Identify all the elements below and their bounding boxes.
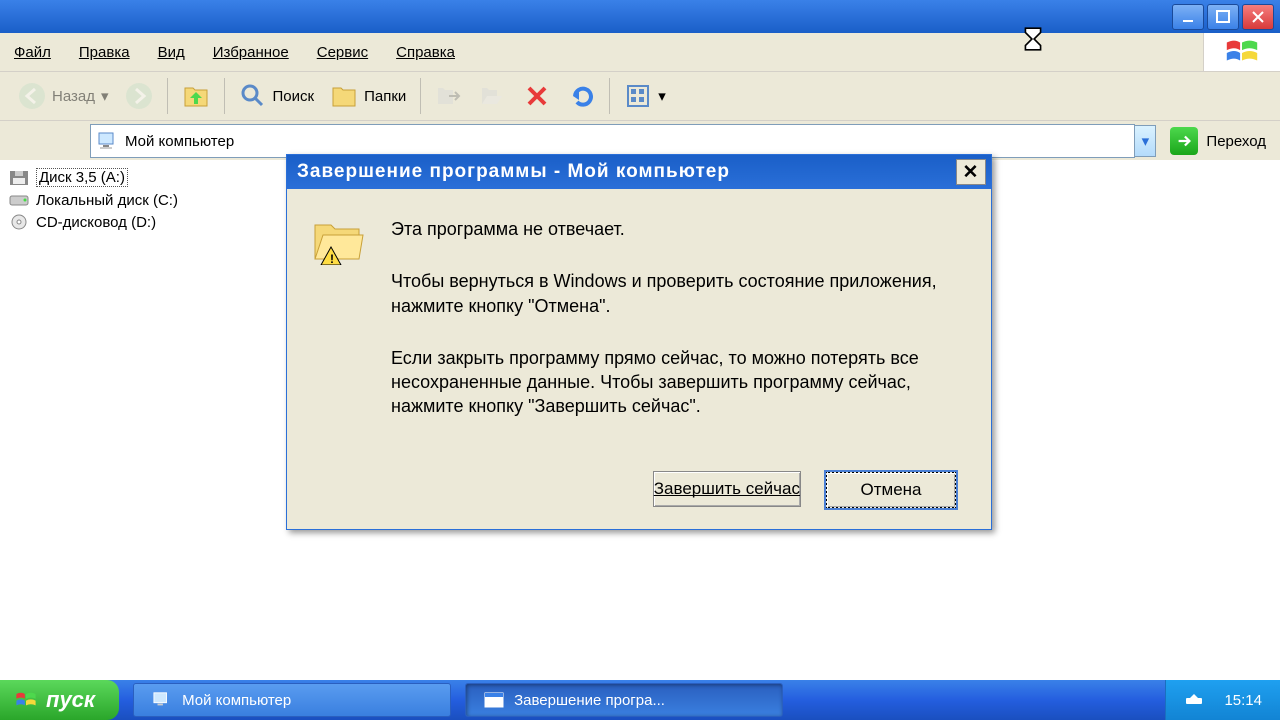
dialog-titlebar[interactable]: Завершение программы - Мой компьютер ✕ <box>287 155 991 189</box>
dialog-title: Завершение программы - Мой компьютер <box>297 161 730 183</box>
chevron-down-icon: ▾ <box>1142 132 1150 150</box>
separator <box>167 78 168 114</box>
tree-item-label: CD-дисковод (D:) <box>36 214 156 231</box>
close-button[interactable] <box>1242 4 1274 30</box>
back-icon <box>18 82 46 110</box>
menu-edit[interactable]: Правка <box>79 44 130 61</box>
close-icon: ✕ <box>963 161 980 184</box>
computer-icon <box>97 131 119 151</box>
search-button[interactable]: Поиск <box>231 78 323 114</box>
chevron-down-icon: ▾ <box>658 87 666 105</box>
window-icon <box>484 692 504 708</box>
warning-folder-icon: ! <box>311 217 367 447</box>
separator <box>609 78 610 114</box>
hourglass-icon <box>1020 26 1046 52</box>
dialog-message: Эта программа не отвечает. Чтобы вернуть… <box>391 217 955 447</box>
dialog-line2: Чтобы вернуться в Windows и проверить со… <box>391 269 955 318</box>
move-icon <box>435 82 463 110</box>
menu-file[interactable]: Файл <box>14 44 51 61</box>
go-button[interactable]: Переход <box>1156 125 1280 157</box>
views-button[interactable]: ▾ <box>616 78 674 114</box>
folder-tree: Диск 3,5 (A:) Локальный диск (C:) CD-дис… <box>0 160 306 239</box>
copy-to-button[interactable] <box>471 78 515 114</box>
hdd-icon <box>8 191 30 209</box>
go-icon <box>1170 127 1198 155</box>
svg-text:!: ! <box>330 252 334 265</box>
windows-logo-icon <box>14 689 38 711</box>
end-program-dialog: Завершение программы - Мой компьютер ✕ !… <box>286 154 992 530</box>
taskbar-item-label: Мой компьютер <box>182 692 291 709</box>
floppy-icon <box>8 169 30 187</box>
dialog-line3: Если закрыть программу прямо сейчас, то … <box>391 346 955 419</box>
delete-button[interactable] <box>515 78 559 114</box>
menu-favorites[interactable]: Избранное <box>213 44 289 61</box>
menu-tools[interactable]: Сервис <box>317 44 368 61</box>
system-tray[interactable]: 15:14 <box>1165 680 1280 720</box>
separator <box>224 78 225 114</box>
taskbar-item-dialog[interactable]: Завершение програ... <box>465 683 783 717</box>
tree-item-label: Локальный диск (C:) <box>36 192 178 209</box>
tree-item-label: Диск 3,5 (A:) <box>36 168 128 187</box>
folders-icon <box>330 82 358 110</box>
address-dropdown[interactable]: ▾ <box>1135 125 1156 157</box>
dialog-close-button[interactable]: ✕ <box>956 159 986 185</box>
cd-icon <box>8 213 30 231</box>
address-input[interactable]: Мой компьютер <box>90 124 1135 158</box>
computer-icon <box>152 691 172 709</box>
chevron-down-icon: ▾ <box>101 87 109 105</box>
separator <box>420 78 421 114</box>
menu-view[interactable]: Вид <box>158 44 185 61</box>
search-label: Поиск <box>273 88 315 105</box>
toolbar: Назад ▾ Поиск Папки ▾ <box>0 72 1280 121</box>
folders-button[interactable]: Папки <box>322 78 414 114</box>
start-button[interactable]: пуск <box>0 680 119 720</box>
taskbar-item-label: Завершение програ... <box>514 692 665 709</box>
search-icon <box>239 82 267 110</box>
tree-item-hdd[interactable]: Локальный диск (C:) <box>8 189 298 211</box>
undo-icon <box>567 82 595 110</box>
folders-label: Папки <box>364 88 406 105</box>
copy-icon <box>479 82 507 110</box>
views-icon <box>624 82 652 110</box>
cancel-button[interactable]: Отмена <box>825 471 957 509</box>
windows-logo-icon <box>1203 33 1280 71</box>
forward-icon <box>125 82 153 110</box>
taskbar-item-explorer[interactable]: Мой компьютер <box>133 683 451 717</box>
move-to-button[interactable] <box>427 78 471 114</box>
taskbar: пуск Мой компьютер Завершение програ... … <box>0 680 1280 720</box>
end-now-button[interactable]: Завершить сейчас <box>653 471 801 507</box>
address-value: Мой компьютер <box>125 133 234 150</box>
menu-bar: Файл Правка Вид Избранное Сервис Справка <box>0 33 1280 72</box>
tree-item-cd[interactable]: CD-дисковод (D:) <box>8 211 298 233</box>
up-button[interactable] <box>174 78 218 114</box>
forward-button[interactable] <box>117 78 161 114</box>
clock: 15:14 <box>1224 692 1262 709</box>
minimize-button[interactable] <box>1172 4 1204 30</box>
go-label: Переход <box>1206 133 1266 150</box>
back-button[interactable]: Назад ▾ <box>10 78 117 114</box>
maximize-button[interactable] <box>1207 4 1239 30</box>
window-titlebar <box>0 0 1280 33</box>
start-label: пуск <box>46 687 95 713</box>
menu-help[interactable]: Справка <box>396 44 455 61</box>
back-label: Назад <box>52 88 95 105</box>
delete-icon <box>523 82 551 110</box>
tray-icon <box>1184 692 1204 708</box>
folder-up-icon <box>182 82 210 110</box>
tree-item-floppy[interactable]: Диск 3,5 (A:) <box>8 166 298 189</box>
undo-button[interactable] <box>559 78 603 114</box>
dialog-line1: Эта программа не отвечает. <box>391 217 955 241</box>
